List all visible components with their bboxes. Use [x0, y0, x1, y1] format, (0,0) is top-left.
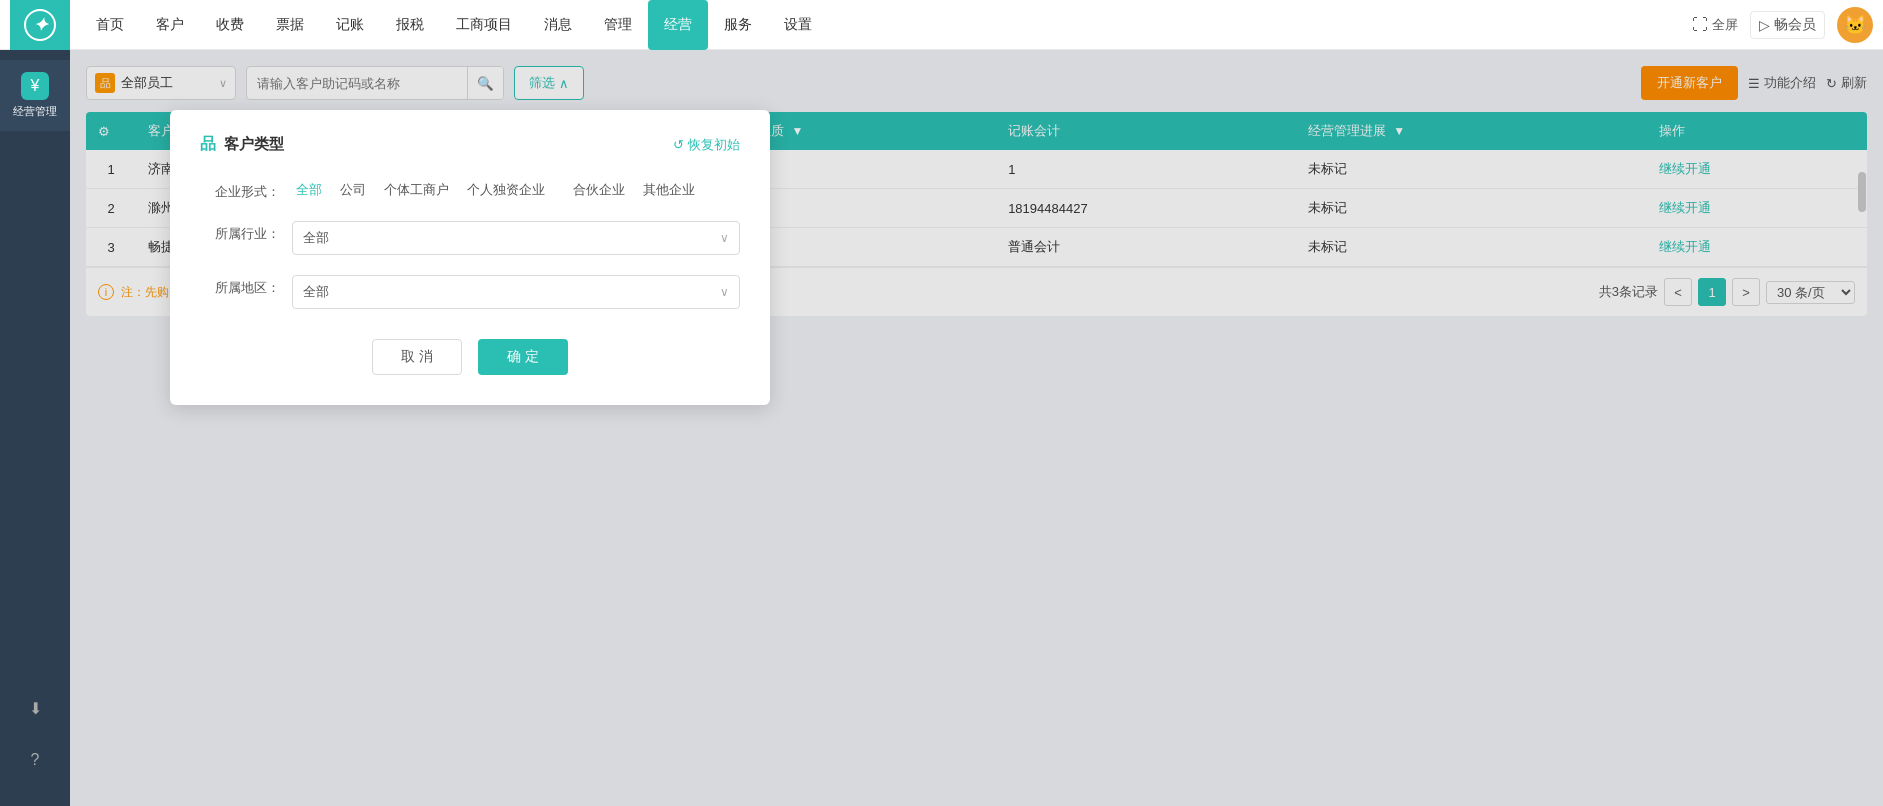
sidebar-item-label: 经营管理: [13, 104, 57, 119]
management-icon: ¥: [21, 72, 49, 100]
nav-item-记账[interactable]: 记账: [320, 0, 380, 50]
sidebar: ¥ 经营管理 ⬇ ?: [0, 50, 70, 806]
enterprise-type-0[interactable]: 全部: [292, 179, 326, 201]
top-nav: ✦ 首页客户收费票据记账报税工商项目消息管理经营服务设置 ⛶ 全屏 ▷ 畅会员 …: [0, 0, 1883, 50]
nav-right: ⛶ 全屏 ▷ 畅会员 🐱: [1692, 7, 1873, 43]
region-value: 全部: [303, 283, 329, 301]
avatar[interactable]: 🐱: [1837, 7, 1873, 43]
nav-items: 首页客户收费票据记账报税工商项目消息管理经营服务设置: [70, 0, 1692, 50]
industry-label: 所属行业：: [200, 221, 280, 243]
download-icon: ⬇: [21, 694, 49, 722]
filter-modal: 品 客户类型 ↺ 恢复初始 企业形式： 全部公司个体工商户个人独资企业合伙企业其…: [170, 110, 770, 405]
nav-item-服务[interactable]: 服务: [708, 0, 768, 50]
region-row: 所属地区： 全部 ∨: [200, 275, 740, 309]
reset-label: 恢复初始: [688, 136, 740, 154]
nav-item-管理[interactable]: 管理: [588, 0, 648, 50]
sidebar-help[interactable]: ?: [17, 734, 53, 786]
modal-header: 品 客户类型 ↺ 恢复初始: [200, 134, 740, 155]
nav-item-消息[interactable]: 消息: [528, 0, 588, 50]
help-icon: ?: [21, 746, 49, 774]
fullscreen-icon: ⛶: [1692, 16, 1708, 34]
sidebar-bottom: ⬇ ?: [17, 682, 53, 806]
nav-item-报税[interactable]: 报税: [380, 0, 440, 50]
modal-title-text: 客户类型: [224, 135, 284, 154]
fullscreen-label: 全屏: [1712, 16, 1738, 34]
fullscreen-btn[interactable]: ⛶ 全屏: [1692, 16, 1738, 34]
enterprise-type-2[interactable]: 个体工商户: [380, 179, 453, 201]
modal-title-icon: 品: [200, 134, 216, 155]
industry-value: 全部: [303, 229, 329, 247]
nav-item-客户[interactable]: 客户: [140, 0, 200, 50]
sidebar-download[interactable]: ⬇: [17, 682, 53, 734]
layout: ¥ 经营管理 ⬇ ? 品 全部员工 ∨ 🔍 筛选: [0, 50, 1883, 806]
enterprise-form-row: 企业形式： 全部公司个体工商户个人独资企业合伙企业其他企业: [200, 179, 740, 201]
confirm-button[interactable]: 确 定: [478, 339, 568, 375]
enterprise-types: 全部公司个体工商户个人独资企业合伙企业其他企业: [292, 179, 740, 201]
nav-item-经营[interactable]: 经营: [648, 0, 708, 50]
play-icon: ▷: [1759, 17, 1770, 33]
nav-item-首页[interactable]: 首页: [80, 0, 140, 50]
nav-item-票据[interactable]: 票据: [260, 0, 320, 50]
sidebar-item-management[interactable]: ¥ 经营管理: [0, 60, 70, 131]
logo-icon: ✦: [24, 9, 56, 41]
enterprise-type-1[interactable]: 公司: [336, 179, 370, 201]
enterprise-type-5[interactable]: 其他企业: [639, 179, 699, 201]
enterprise-form-label: 企业形式：: [200, 179, 280, 201]
modal-reset-button[interactable]: ↺ 恢复初始: [673, 136, 740, 154]
region-select-container: 全部 ∨: [292, 275, 740, 309]
main-content: 品 全部员工 ∨ 🔍 筛选 ∧ 开通新客户 ☰ 功能介绍 ↻ 刷新: [70, 50, 1883, 806]
industry-row: 所属行业： 全部 ∨: [200, 221, 740, 255]
enterprise-type-3[interactable]: 个人独资企业: [463, 179, 549, 201]
industry-select-container: 全部 ∨: [292, 221, 740, 255]
nav-item-设置[interactable]: 设置: [768, 0, 828, 50]
region-select[interactable]: 全部 ∨: [292, 275, 740, 309]
modal-footer: 取 消 确 定: [200, 339, 740, 375]
enterprise-type-4[interactable]: 合伙企业: [569, 179, 629, 201]
vip-label: 畅会员: [1774, 16, 1816, 34]
region-arrow-icon: ∨: [720, 285, 729, 299]
region-label: 所属地区：: [200, 275, 280, 297]
reset-icon: ↺: [673, 137, 684, 152]
enterprise-types-container: 全部公司个体工商户个人独资企业合伙企业其他企业: [292, 179, 740, 201]
industry-arrow-icon: ∨: [720, 231, 729, 245]
nav-item-收费[interactable]: 收费: [200, 0, 260, 50]
cancel-button[interactable]: 取 消: [372, 339, 462, 375]
industry-select[interactable]: 全部 ∨: [292, 221, 740, 255]
vip-button[interactable]: ▷ 畅会员: [1750, 11, 1825, 39]
modal-title: 品 客户类型: [200, 134, 284, 155]
nav-item-工商项目[interactable]: 工商项目: [440, 0, 528, 50]
modal-overlay: 品 客户类型 ↺ 恢复初始 企业形式： 全部公司个体工商户个人独资企业合伙企业其…: [70, 50, 1883, 806]
logo: ✦: [10, 0, 70, 50]
